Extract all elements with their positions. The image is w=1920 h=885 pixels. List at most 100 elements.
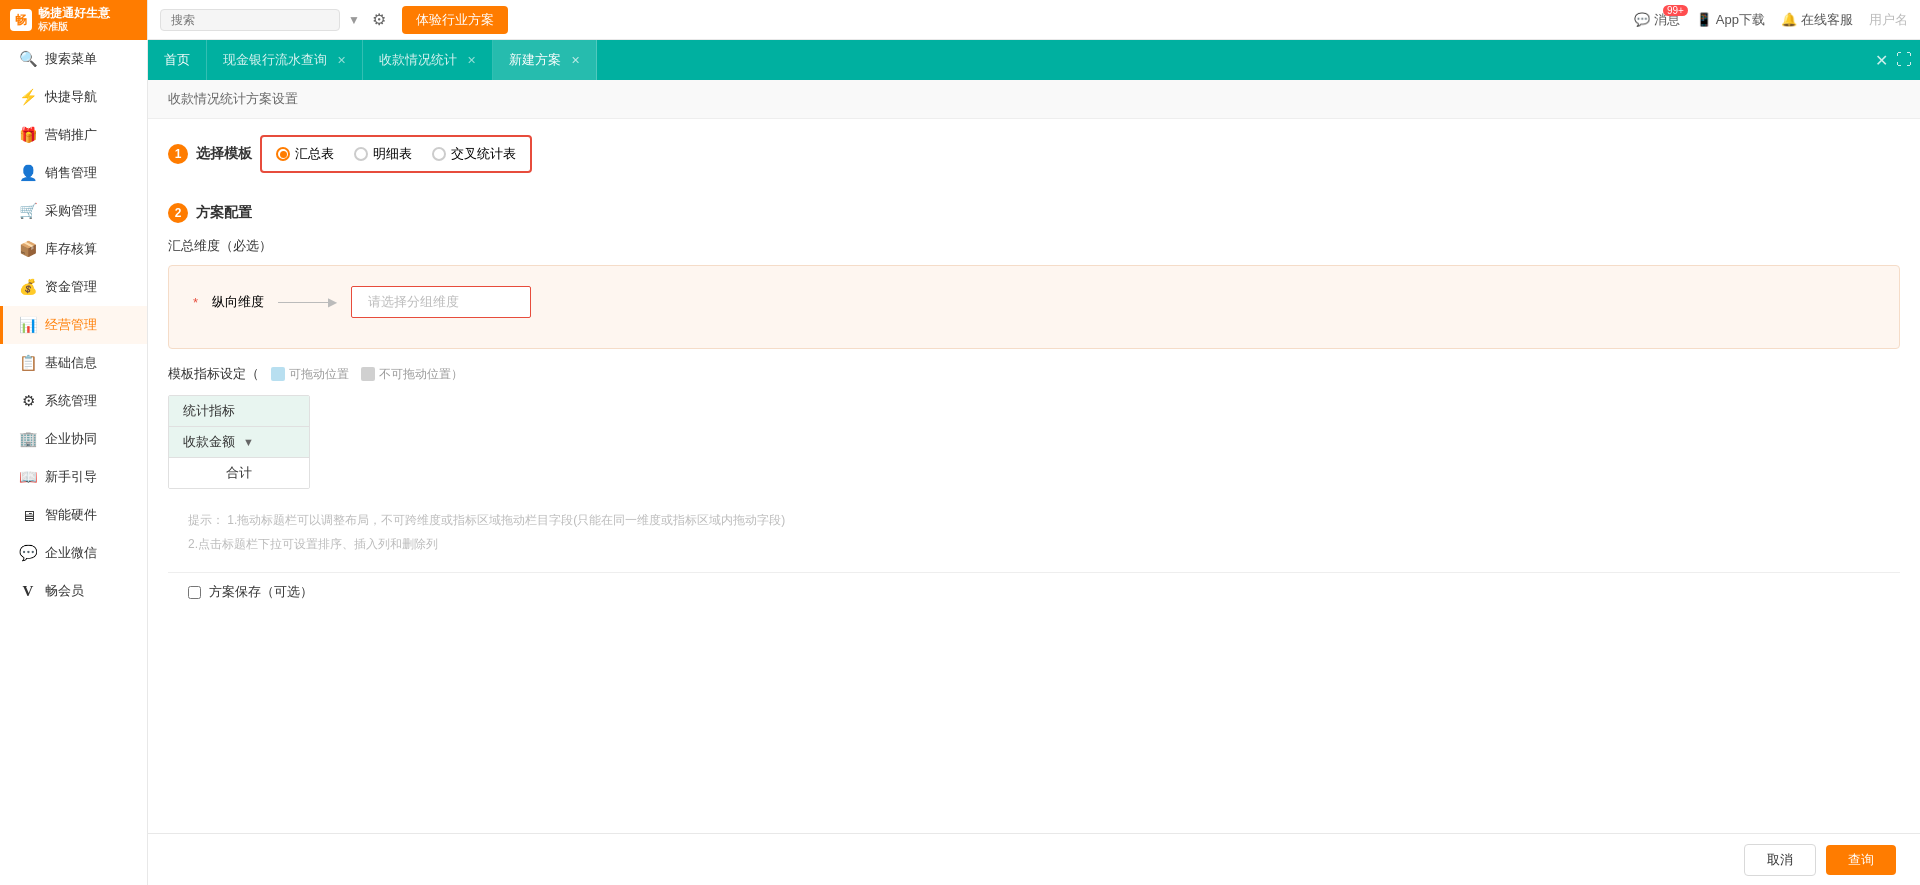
query-button[interactable]: 查询 <box>1826 845 1896 875</box>
sidebar-item-basic[interactable]: 📋 基础信息 <box>0 344 147 382</box>
sidebar-item-system[interactable]: ⚙ 系统管理 <box>0 382 147 420</box>
metrics-table: 统计指标 收款金额 ▼ 合计 <box>168 395 310 489</box>
radio-detail[interactable]: 明细表 <box>354 145 412 163</box>
step2-section: 2 方案配置 汇总维度（必选） * 纵向维度 ▶ <box>148 203 1920 627</box>
legend-fixed: 不可拖动位置） <box>361 366 463 383</box>
page-title: 收款情况统计方案设置 <box>148 80 1920 119</box>
radio-detail-circle <box>354 147 368 161</box>
maximize-icon[interactable]: ⛶ <box>1896 51 1912 69</box>
metrics-cell-amount[interactable]: 收款金额 ▼ <box>169 427 309 457</box>
app-download-button[interactable]: 📱 App下载 <box>1696 11 1765 29</box>
wechat-icon: 💬 <box>19 544 37 562</box>
online-service-button[interactable]: 🔔 在线客服 <box>1781 11 1853 29</box>
quick-nav-icon: ⚡ <box>19 88 37 106</box>
close-all-icon[interactable]: ✕ <box>1875 51 1888 70</box>
step1-header: 1 选择模板 汇总表 明细表 <box>168 135 1900 173</box>
tab-collection-stat[interactable]: 收款情况统计 ✕ <box>363 40 493 80</box>
step2-label: 方案配置 <box>196 204 252 222</box>
sidebar-item-business[interactable]: 📊 经营管理 <box>0 306 147 344</box>
tab-home[interactable]: 首页 <box>148 40 207 80</box>
tab-new-plan[interactable]: 新建方案 ✕ <box>493 40 597 80</box>
topbar-gear-icon[interactable]: ⚙ <box>372 10 386 29</box>
tab-bank-flow[interactable]: 现金银行流水查询 ✕ <box>207 40 363 80</box>
service-icon: 🔔 <box>1781 12 1797 27</box>
radio-cross-circle <box>432 147 446 161</box>
vertical-dim-row: * 纵向维度 ▶ 请选择分组维度 <box>193 286 1875 318</box>
sidebar-item-search-menu[interactable]: 🔍 搜索菜单 <box>0 40 147 78</box>
logo-text: 畅捷通好生意 标准版 <box>38 6 110 34</box>
hardware-icon: 🖥 <box>19 507 37 524</box>
arrow-head: ▶ <box>328 295 337 309</box>
sidebar-item-member[interactable]: V 畅会员 <box>0 572 147 610</box>
radio-summary-circle <box>276 147 290 161</box>
system-icon: ⚙ <box>19 392 37 410</box>
message-icon: 💬 <box>1634 12 1650 27</box>
trial-button[interactable]: 体验行业方案 <box>402 6 508 34</box>
save-checkbox[interactable] <box>188 586 201 599</box>
config-area: * 纵向维度 ▶ 请选择分组维度 <box>168 265 1900 349</box>
hint-1: 提示： 1.拖动标题栏可以调整布局，不可跨维度或指标区域拖动栏目字段(只能在同一… <box>188 508 1880 532</box>
cancel-button[interactable]: 取消 <box>1744 844 1816 876</box>
step1-label: 选择模板 <box>196 145 252 163</box>
sidebar-item-quick-nav[interactable]: ⚡ 快捷导航 <box>0 78 147 116</box>
sidebar-item-enterprise[interactable]: 🏢 企业协同 <box>0 420 147 458</box>
arrow-dash <box>278 302 328 303</box>
step1-section: 1 选择模板 汇总表 明细表 <box>148 119 1920 203</box>
inventory-icon: 📦 <box>19 240 37 258</box>
sidebar-item-newbie[interactable]: 📖 新手引导 <box>0 458 147 496</box>
search-menu-icon: 🔍 <box>19 50 37 68</box>
metrics-section: 模板指标设定（ 可拖动位置 不可拖动位置） 统计指标 <box>168 365 1900 508</box>
message-badge: 99+ <box>1663 5 1688 16</box>
chevron-down-icon: ▼ <box>243 436 254 448</box>
tab-bank-flow-close[interactable]: ✕ <box>337 54 346 67</box>
tabbar: 首页 现金银行流水查询 ✕ 收款情况统计 ✕ 新建方案 ✕ ✕ ⛶ <box>148 40 1920 80</box>
business-icon: 📊 <box>19 316 37 334</box>
tab-collection-stat-close[interactable]: ✕ <box>467 54 476 67</box>
member-icon: V <box>19 583 37 600</box>
sidebar-item-finance[interactable]: 💰 资金管理 <box>0 268 147 306</box>
sidebar-item-wechat[interactable]: 💬 企业微信 <box>0 534 147 572</box>
radio-cross[interactable]: 交叉统计表 <box>432 145 516 163</box>
content-inner: 收款情况统计方案设置 1 选择模板 汇总表 <box>148 80 1920 833</box>
step2-header: 2 方案配置 <box>168 203 1900 223</box>
topbar-search-input[interactable] <box>160 9 340 31</box>
hint-2: 2.点击标题栏下拉可设置排序、插入列和删除列 <box>188 532 1880 556</box>
sidebar: 畅 畅捷通好生意 标准版 🔍 搜索菜单 ⚡ 快捷导航 🎁 营销推广 👤 销售管理… <box>0 0 148 885</box>
topbar-dropdown-arrow[interactable]: ▼ <box>348 13 360 27</box>
legend-draggable: 可拖动位置 <box>271 366 349 383</box>
app-icon: 📱 <box>1696 12 1712 27</box>
sidebar-item-sales[interactable]: 👤 销售管理 <box>0 154 147 192</box>
dim-title: 汇总维度（必选） <box>168 237 1900 255</box>
tabbar-right: ✕ ⛶ <box>1875 40 1920 80</box>
sidebar-logo: 畅 畅捷通好生意 标准版 <box>0 0 147 40</box>
sidebar-item-inventory[interactable]: 📦 库存核算 <box>0 230 147 268</box>
legend-fixed-color <box>361 367 375 381</box>
basic-icon: 📋 <box>19 354 37 372</box>
metrics-cell-subtotal: 合计 <box>169 457 309 488</box>
step1-badge: 1 <box>168 144 188 164</box>
message-button[interactable]: 💬 消息 99+ <box>1634 11 1680 29</box>
tab-new-plan-close[interactable]: ✕ <box>571 54 580 67</box>
save-label: 方案保存（可选） <box>209 583 313 601</box>
radio-summary-dot <box>280 151 287 158</box>
finance-icon: 💰 <box>19 278 37 296</box>
sidebar-item-marketing[interactable]: 🎁 营销推广 <box>0 116 147 154</box>
footer-bar: 取消 查询 <box>148 833 1920 885</box>
metrics-setting-label: 模板指标设定（ <box>168 365 259 383</box>
user-avatar[interactable]: 用户名 <box>1869 11 1908 29</box>
logo-icon: 畅 <box>10 9 32 31</box>
save-section: 方案保存（可选） <box>168 573 1900 611</box>
vertical-dim-input[interactable]: 请选择分组维度 <box>351 286 531 318</box>
radio-summary[interactable]: 汇总表 <box>276 145 334 163</box>
template-select-box: 汇总表 明细表 交叉统计表 <box>260 135 532 173</box>
enterprise-icon: 🏢 <box>19 430 37 448</box>
topbar: ▼ ⚙ 体验行业方案 💬 消息 99+ 📱 App下载 🔔 在线客服 用户名 <box>148 0 1920 40</box>
metrics-label-row: 模板指标设定（ 可拖动位置 不可拖动位置） <box>168 365 1900 383</box>
hints-section: 提示： 1.拖动标题栏可以调整布局，不可跨维度或指标区域拖动栏目字段(只能在同一… <box>168 508 1900 572</box>
sales-icon: 👤 <box>19 164 37 182</box>
vertical-dim-label: 纵向维度 <box>212 293 264 311</box>
sidebar-item-hardware[interactable]: 🖥 智能硬件 <box>0 496 147 534</box>
user-name: 用户名 <box>1869 11 1908 29</box>
content-area: 收款情况统计方案设置 1 选择模板 汇总表 <box>148 80 1920 833</box>
sidebar-item-purchase[interactable]: 🛒 采购管理 <box>0 192 147 230</box>
